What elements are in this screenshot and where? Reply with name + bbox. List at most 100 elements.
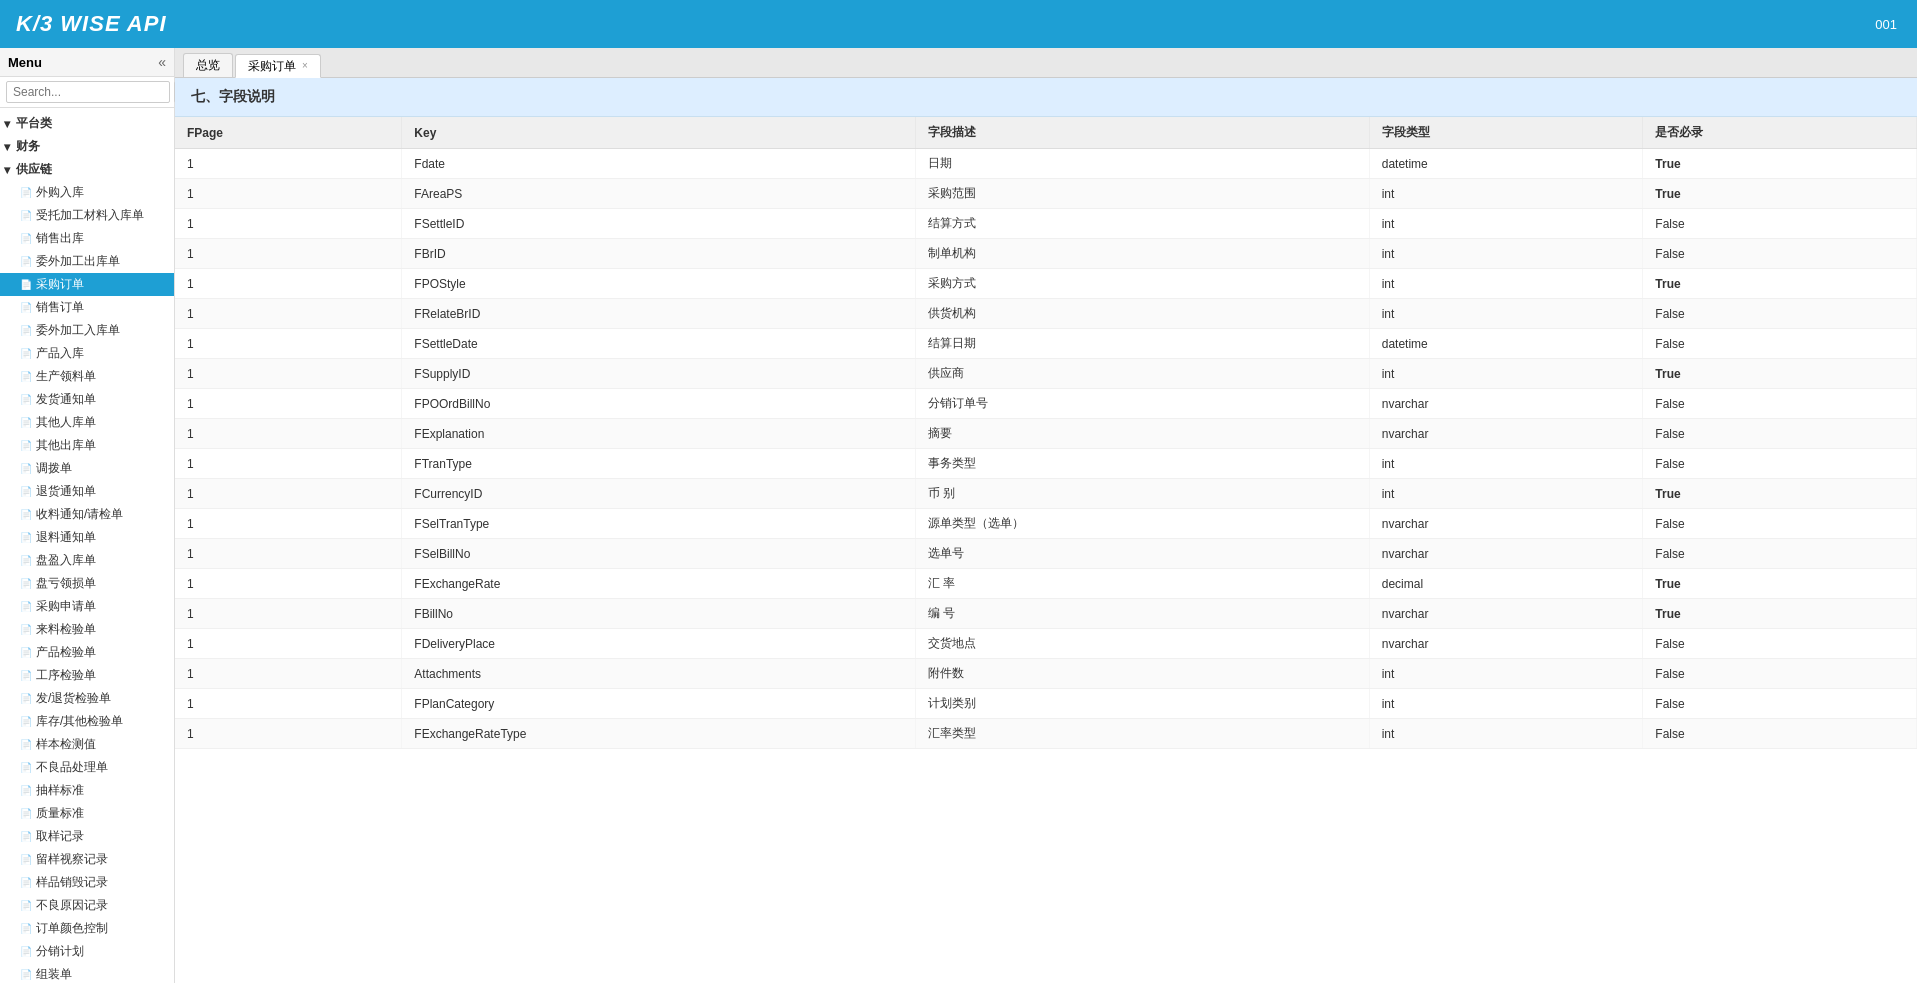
table-row: 1FCurrencyID币 别intTrue [175,479,1917,509]
key-cell: FRelateBrID [402,299,916,329]
key-cell: FSupplyID [402,359,916,389]
key-cell: FSelTranType [402,509,916,539]
type-cell: int [1369,239,1643,269]
type-cell: nvarchar [1369,629,1643,659]
required-cell: False [1643,449,1917,479]
table-row: 1FSupplyID供应商intTrue [175,359,1917,389]
type-cell: nvarchar [1369,539,1643,569]
sidebar-item-process-inspect[interactable]: 📄工序检验单 [0,664,174,687]
sidebar-item-purchase-order[interactable]: 📄 采购订单 [0,273,174,296]
sidebar-item-sample-control[interactable]: 📄样本检测值 [0,733,174,756]
section-heading: 七、字段说明 [175,78,1917,117]
search-input[interactable] [6,81,170,103]
tree-item-label: 退货通知单 [36,483,96,500]
tab-close-button[interactable]: × [302,61,308,71]
table-row: 1FBrID制单机构intFalse [175,239,1917,269]
sidebar-item-sample-sales[interactable]: 📄 样品销毁记录 [0,871,174,894]
tree-item-label: 受托加工材料入库单 [36,207,144,224]
type-cell: int [1369,719,1643,749]
sidebar-item-outside-purchase[interactable]: 📄外购入库 [0,181,174,204]
sidebar-item-receipt-notice[interactable]: 📄收料通知/请检单 [0,503,174,526]
type-cell: nvarchar [1369,509,1643,539]
tree-item-icon: 📄 [20,187,32,198]
fpage-cell: 1 [175,419,402,449]
tree-item-icon: ▾ [4,163,10,177]
sidebar-item-product-inspect[interactable]: 📄产品检验单 [0,641,174,664]
tree-item-icon: 📄 [20,348,32,359]
sidebar-item-product-in[interactable]: 📄产品入库 [0,342,174,365]
fpage-cell: 1 [175,209,402,239]
sidebar-item-entrust-material[interactable]: 📄受托加工材料入库单 [0,204,174,227]
sidebar-item-sales-out[interactable]: 📄销售出库 [0,227,174,250]
sidebar-item-batch-out[interactable]: 📄盘亏领损单 [0,572,174,595]
tree-item-icon: 📄 [20,739,32,750]
tab-purchase-order[interactable]: 采购订单× [235,54,321,78]
sidebar-item-defect-process[interactable]: 📄不良品处理单 [0,756,174,779]
tree-item-label: 发货通知单 [36,391,96,408]
sidebar-item-defect-record[interactable]: 📄不良原因记录 [0,894,174,917]
menu-label: Menu [8,55,42,70]
sidebar-item-other-in[interactable]: 📄其他人库单 [0,411,174,434]
fpage-cell: 1 [175,599,402,629]
sidebar-item-material-record[interactable]: 📄取样记录 [0,825,174,848]
sidebar-item-outside-processing-in[interactable]: 📄委外加工入库单 [0,319,174,342]
tree-item-icon: 📄 [20,555,32,566]
sidebar-item-group-single[interactable]: 📄组装单 [0,963,174,983]
sidebar-item-batch-in[interactable]: 📄盘盈入库单 [0,549,174,572]
tree-item-icon: 📄 [20,302,32,313]
fpage-cell: 1 [175,449,402,479]
table-header-cell: 是否必录 [1643,117,1917,149]
sidebar-item-other-out[interactable]: 📄其他出库单 [0,434,174,457]
sidebar-item-quality-std[interactable]: 📄质量标准 [0,802,174,825]
sidebar-item-return-goods[interactable]: 📄退货通知单 [0,480,174,503]
desc-cell: 编 号 [916,599,1370,629]
tree-item-label: 其他出库单 [36,437,96,454]
table-row: 1Fdate日期datetimeTrue [175,149,1917,179]
desc-cell: 分销订单号 [916,389,1370,419]
desc-cell: 源单类型（选单） [916,509,1370,539]
desc-cell: 汇 率 [916,569,1370,599]
fpage-cell: 1 [175,239,402,269]
required-cell: True [1643,599,1917,629]
sidebar-item-incoming-inspect[interactable]: 📄来料检验单 [0,618,174,641]
sidebar-item-return-inspect[interactable]: 📄发/退货检验单 [0,687,174,710]
sidebar-item-outside-processing-out[interactable]: 📄委外加工出库单 [0,250,174,273]
table-row: 1FSettleDate结算日期datetimeFalse [175,329,1917,359]
sidebar-item-material-notice[interactable]: 📄退料通知单 [0,526,174,549]
type-cell: int [1369,209,1643,239]
fpage-cell: 1 [175,509,402,539]
sidebar-item-distribution-plan[interactable]: 📄分销计划 [0,940,174,963]
tree-item-label: 样品销毁记录 [36,874,108,891]
tree-item-label: 抽样标准 [36,782,84,799]
sidebar-item-sample-std[interactable]: 📄抽样标准 [0,779,174,802]
sidebar-item-return[interactable]: 📄调拨单 [0,457,174,480]
sidebar-item-order-color[interactable]: 📄订单颜色控制 [0,917,174,940]
tree-item-label: 收料通知/请检单 [36,506,123,523]
sidebar-item-dispatch-notice[interactable]: 📄发货通知单 [0,388,174,411]
sidebar-item-platform[interactable]: ▾平台类 [0,112,174,135]
sidebar-item-sales-order[interactable]: 📄销售订单 [0,296,174,319]
fpage-cell: 1 [175,539,402,569]
sidebar-item-warehouse-inspect[interactable]: 📄库存/其他检验单 [0,710,174,733]
tree-item-icon: 📄 [20,463,32,474]
tree-item-icon: 📄 [20,279,32,290]
sidebar-item-finance[interactable]: ▾财务 [0,135,174,158]
key-cell: FTranType [402,449,916,479]
tab-home[interactable]: 总览 [183,53,233,77]
required-cell: True [1643,359,1917,389]
key-cell: FExplanation [402,419,916,449]
sidebar-item-purchase-request[interactable]: 📄采购申请单 [0,595,174,618]
tree-item-label: 采购订单 [36,276,84,293]
required-cell: True [1643,149,1917,179]
tree-item-icon: 📄 [20,417,32,428]
sidebar-item-sample-video[interactable]: 📄留样视察记录 [0,848,174,871]
sidebar-item-supply-chain[interactable]: ▾供应链 [0,158,174,181]
collapse-button[interactable]: « [158,54,166,70]
type-cell: nvarchar [1369,389,1643,419]
desc-cell: 附件数 [916,659,1370,689]
tree-item-label: 质量标准 [36,805,84,822]
key-cell: FSelBillNo [402,539,916,569]
sidebar-item-production-material[interactable]: 📄生产领料单 [0,365,174,388]
tree-item-icon: 📄 [20,877,32,888]
tree-item-label: 组装单 [36,966,72,983]
